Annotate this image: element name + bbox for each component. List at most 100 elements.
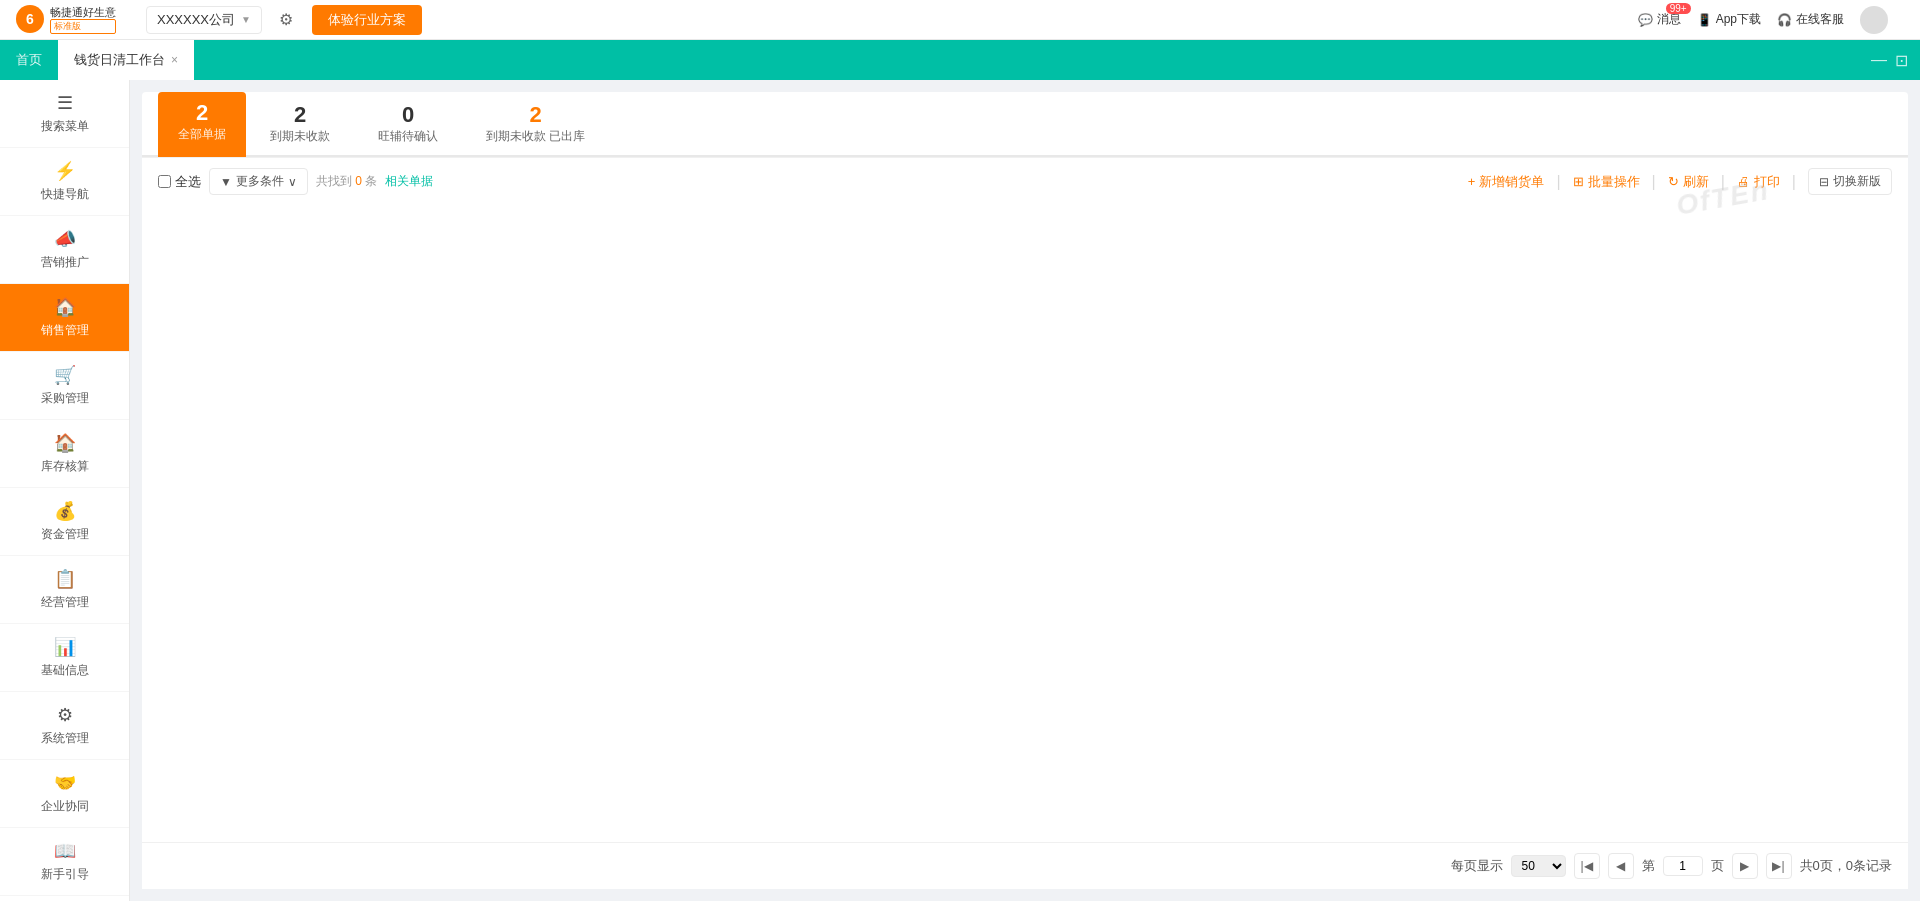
page-label-first: 第 [1642,857,1655,875]
table-area [142,205,1908,842]
stat-wangwang-count: 0 [402,102,414,128]
sidebar-item-sales-label: 销售管理 [41,322,89,339]
sidebar-item-guide[interactable]: 📖 新手引导 [0,828,129,896]
pagination-bar: 每页显示 50 100 200 |◀ ◀ 第 页 ▶ ▶| 共0页，0条记录 [142,842,1908,889]
sidebar-item-system[interactable]: ⚙ 系统管理 [0,692,129,760]
tab-work[interactable]: 钱货日清工作台 × [58,40,194,80]
logo-badge: 标准版 [50,19,116,34]
top-right-area: 💬 消息 99+ 📱 App下载 🎧 在线客服 [1638,6,1904,34]
divider3: | [1721,173,1725,191]
inventory-icon: 🏠 [54,432,76,454]
select-all-input[interactable] [158,175,171,188]
operations-icon: 📋 [54,568,76,590]
stat-overdue-out-label: 到期未收款 已出库 [486,128,585,145]
filter-icon: ▼ [220,175,232,189]
switch-label: 切换新版 [1833,173,1881,190]
tab-home[interactable]: 首页 [0,40,58,80]
sidebar-item-purchase-label: 采购管理 [41,390,89,407]
page-size-label: 每页显示 [1451,857,1503,875]
prev-page-btn[interactable]: ◀ [1608,853,1634,879]
sidebar-item-purchase[interactable]: 🛒 采购管理 [0,352,129,420]
stat-tab-all[interactable]: 2 全部单据 [158,92,246,157]
settings-button[interactable]: ⚙ [270,4,302,36]
more-filter-btn[interactable]: ▼ 更多条件 ∨ [209,168,308,195]
related-orders-link[interactable]: 相关单据 [385,173,433,190]
last-page-btn[interactable]: ▶| [1766,853,1792,879]
app-download-icon: 📱 [1697,13,1712,27]
batch-label: 批量操作 [1588,173,1640,191]
select-all-checkbox[interactable]: 全选 [158,173,201,191]
app-download-label: App下载 [1716,11,1761,28]
sidebar-item-system-label: 系统管理 [41,730,89,747]
batch-icon: ⊞ [1573,174,1584,189]
sidebar-item-quick-nav[interactable]: ⚡ 快捷导航 [0,148,129,216]
filter-label: 更多条件 [236,173,284,190]
sidebar-item-sales[interactable]: 🏠 销售管理 [0,284,129,352]
quick-nav-icon: ⚡ [54,160,76,182]
tab-bar-right: — ⊡ [1871,51,1920,70]
switch-version-btn[interactable]: ⊟ 切换新版 [1808,168,1892,195]
divider2: | [1652,173,1656,191]
company-name: XXXXXX公司 [157,11,235,29]
print-btn[interactable]: 🖨 打印 [1737,173,1780,191]
page-label-page: 页 [1711,857,1724,875]
experience-btn[interactable]: 体验行业方案 [312,5,422,35]
service-label: 在线客服 [1796,11,1844,28]
app-download-btn[interactable]: 📱 App下载 [1697,11,1761,28]
first-page-btn[interactable]: |◀ [1574,853,1600,879]
sidebar-item-enterprise[interactable]: 🤝 企业协同 [0,760,129,828]
stat-overdue-label: 到期未收款 [270,128,330,145]
stat-tab-overdue[interactable]: 2 到期未收款 [246,92,354,157]
company-selector[interactable]: XXXXXX公司 ▼ [146,6,262,34]
logo-area: 6 畅捷通好生意 标准版 [16,5,146,34]
page-size-select[interactable]: 50 100 200 [1511,855,1566,877]
found-count: 0 [355,174,362,188]
add-order-btn[interactable]: + 新增销货单 [1468,173,1545,191]
logo-text-area: 畅捷通好生意 标准版 [50,5,116,34]
sidebar-item-marketing[interactable]: 📣 营销推广 [0,216,129,284]
tab-maximize-icon[interactable]: ⊡ [1895,51,1908,70]
sidebar-item-finance[interactable]: 💰 资金管理 [0,488,129,556]
top-bar: 6 畅捷通好生意 标准版 XXXXXX公司 ▼ ⚙ 体验行业方案 💬 消息 99… [0,0,1920,40]
sidebar-item-quick-nav-label: 快捷导航 [41,186,89,203]
sidebar-item-inventory-label: 库存核算 [41,458,89,475]
stat-all-count: 2 [196,100,208,126]
refresh-btn[interactable]: ↻ 刷新 [1668,173,1709,191]
switch-icon: ⊟ [1819,175,1829,189]
tab-work-close-icon[interactable]: × [171,53,178,67]
message-badge: 99+ [1666,3,1691,14]
message-button[interactable]: 💬 消息 99+ [1638,11,1681,28]
content-area: 2 全部单据 2 到期未收款 0 旺辅待确认 2 到期未收款 已出库 全选 [130,80,1920,901]
sidebar-item-app-center[interactable]: 📦 应用中心 [0,896,129,901]
refresh-icon: ↻ [1668,174,1679,189]
enterprise-icon: 🤝 [54,772,76,794]
avatar[interactable] [1860,6,1888,34]
system-icon: ⚙ [57,704,73,726]
sidebar-item-search-menu[interactable]: ☰ 搜索菜单 [0,80,129,148]
batch-operation-btn[interactable]: ⊞ 批量操作 [1573,173,1640,191]
next-page-btn[interactable]: ▶ [1732,853,1758,879]
main-layout: ☰ 搜索菜单 ⚡ 快捷导航 📣 营销推广 🏠 销售管理 🛒 采购管理 🏠 库存核… [0,80,1920,901]
basic-icon: 📊 [54,636,76,658]
sales-icon: 🏠 [54,296,76,318]
nav-tabs-bar: 首页 钱货日清工作台 × — ⊡ [0,40,1920,80]
add-btn-label: 新增销货单 [1479,173,1544,191]
sidebar-item-operations[interactable]: 📋 经营管理 [0,556,129,624]
found-text: 共找到 0 条 [316,173,377,190]
stat-tab-overdue-out[interactable]: 2 到期未收款 已出库 [462,92,609,157]
logo-title: 畅捷通好生意 [50,5,116,19]
tab-minimize-icon[interactable]: — [1871,51,1887,69]
sidebar-item-basic[interactable]: 📊 基础信息 [0,624,129,692]
stat-tab-wangwang[interactable]: 0 旺辅待确认 [354,92,462,157]
sidebar-item-inventory[interactable]: 🏠 库存核算 [0,420,129,488]
total-info: 共0页，0条记录 [1800,857,1892,875]
search-menu-icon: ☰ [57,92,73,114]
online-service-btn[interactable]: 🎧 在线客服 [1777,11,1844,28]
purchase-icon: 🛒 [54,364,76,386]
finance-icon: 💰 [54,500,76,522]
divider1: | [1556,173,1560,191]
sidebar-item-guide-label: 新手引导 [41,866,89,883]
page-input[interactable] [1663,856,1703,876]
sidebar-item-basic-label: 基础信息 [41,662,89,679]
stat-tabs: 2 全部单据 2 到期未收款 0 旺辅待确认 2 到期未收款 已出库 [142,92,1908,157]
